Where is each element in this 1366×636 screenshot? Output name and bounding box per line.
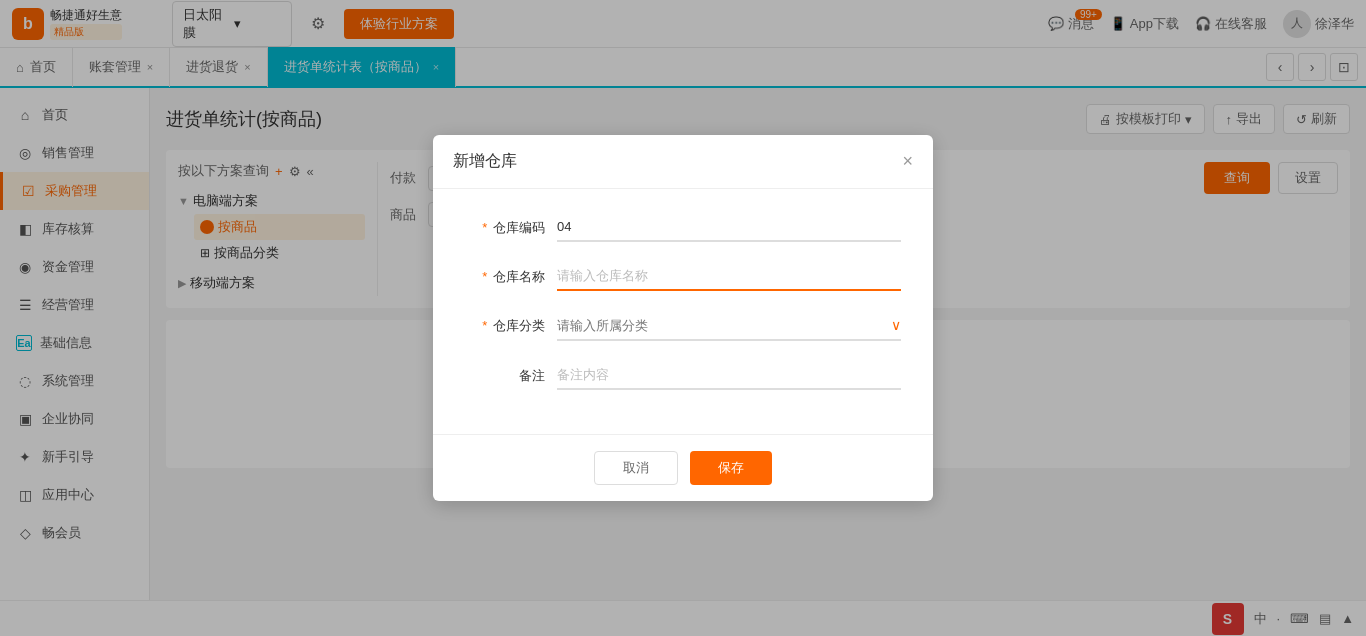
new-warehouse-modal: 新增仓库 × * 仓库编码 * 仓库名称 xyxy=(433,135,933,501)
warehouse-code-row: * 仓库编码 xyxy=(465,213,901,242)
warehouse-category-row: * 仓库分类 ∨ xyxy=(465,311,901,341)
modal-body: * 仓库编码 * 仓库名称 * 仓库分类 xyxy=(433,189,933,434)
warehouse-category-select[interactable]: ∨ xyxy=(557,311,901,341)
warehouse-name-input[interactable] xyxy=(557,262,901,291)
category-dropdown-icon: ∨ xyxy=(891,317,901,333)
modal-close-button[interactable]: × xyxy=(902,151,913,172)
notes-input[interactable] xyxy=(557,361,901,390)
warehouse-code-label: * 仓库编码 xyxy=(465,219,545,237)
modal-header: 新增仓库 × xyxy=(433,135,933,189)
cancel-button[interactable]: 取消 xyxy=(594,451,678,485)
warehouse-category-label: * 仓库分类 xyxy=(465,317,545,335)
notes-row: 备注 xyxy=(465,361,901,390)
modal-title: 新增仓库 xyxy=(453,151,517,172)
modal-footer: 取消 保存 xyxy=(433,434,933,501)
notes-label: 备注 xyxy=(465,367,545,385)
warehouse-code-input[interactable] xyxy=(557,213,901,242)
warehouse-name-label: * 仓库名称 xyxy=(465,268,545,286)
modal-overlay[interactable]: 新增仓库 × * 仓库编码 * 仓库名称 xyxy=(0,0,1366,636)
save-button[interactable]: 保存 xyxy=(690,451,772,485)
warehouse-name-row: * 仓库名称 xyxy=(465,262,901,291)
category-input[interactable] xyxy=(557,318,891,333)
